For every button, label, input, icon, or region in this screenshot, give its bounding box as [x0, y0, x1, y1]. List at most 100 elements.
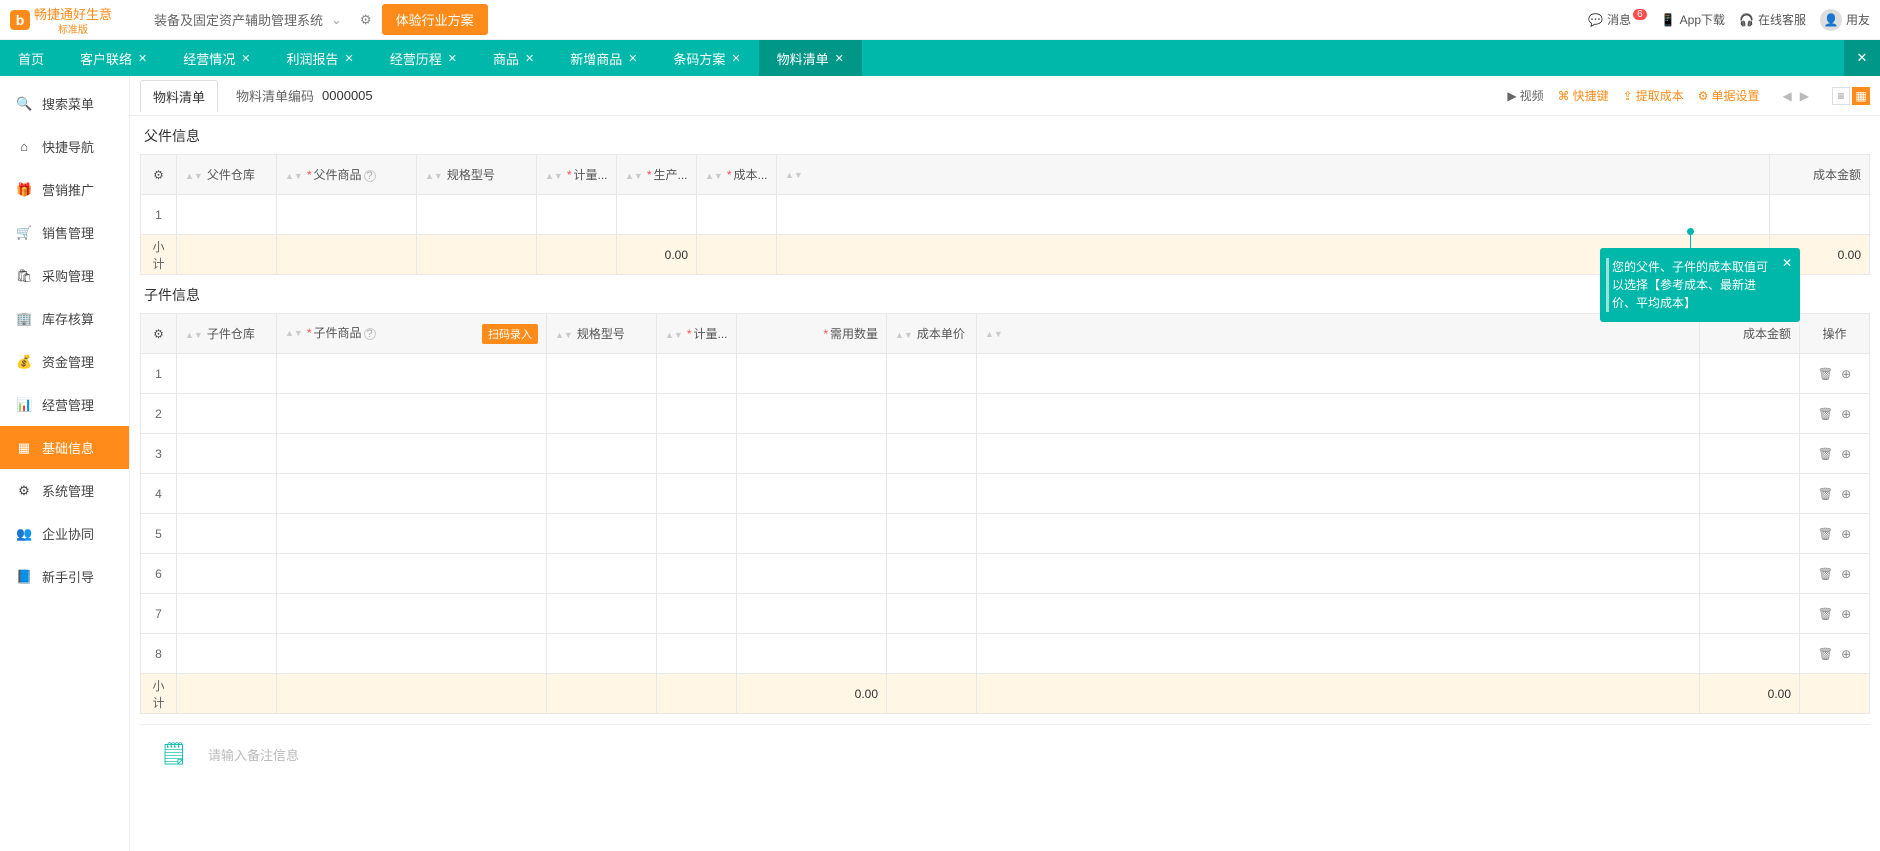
pager-next-icon[interactable]: ▶ — [1797, 89, 1812, 103]
video-link[interactable]: ▶视频 — [1507, 87, 1543, 104]
parent-section-title: 父件信息 — [140, 116, 1870, 154]
note-icon[interactable]: 🗒 — [160, 741, 188, 769]
sidebar-item-经营管理[interactable]: 📊经营管理 — [0, 383, 129, 426]
sidebar-item-新手引导[interactable]: 📘新手引导 — [0, 555, 129, 598]
add-row-icon[interactable]: ⊕ — [1841, 487, 1851, 501]
delete-row-icon[interactable]: 🗑 — [1818, 407, 1833, 421]
row-index: 8 — [141, 634, 177, 674]
close-icon[interactable]: ✕ — [731, 52, 740, 65]
child-col-spec[interactable]: ▲▼规格型号 — [547, 314, 657, 354]
tab-经营历程[interactable]: 经营历程✕ — [372, 40, 475, 76]
online-service-button[interactable]: 🎧 在线客服 — [1739, 11, 1806, 28]
parent-col-spec[interactable]: ▲▼规格型号 — [417, 155, 537, 195]
add-row-icon[interactable]: ⊕ — [1841, 407, 1851, 421]
child-row[interactable]: 3🗑⊕ — [141, 434, 1870, 474]
parent-col-gear[interactable]: ⚙ — [141, 155, 177, 195]
try-industry-button[interactable]: 体验行业方案 — [382, 4, 488, 35]
parent-col-unit[interactable]: ▲▼*计量... — [537, 155, 617, 195]
parent-col-cost[interactable]: ▲▼*成本... — [697, 155, 777, 195]
child-col-gear[interactable]: ⚙ — [141, 314, 177, 354]
close-icon[interactable]: ✕ — [241, 52, 250, 65]
shortcut-link[interactable]: ⌘快捷键 — [1558, 87, 1609, 104]
info-icon[interactable]: ? — [364, 170, 376, 182]
child-row[interactable]: 7🗑⊕ — [141, 594, 1870, 634]
delete-row-icon[interactable]: 🗑 — [1818, 567, 1833, 581]
child-col-warehouse[interactable]: ▲▼子件仓库 — [177, 314, 277, 354]
tab-客户联络[interactable]: 客户联络✕ — [62, 40, 165, 76]
tab-条码方案[interactable]: 条码方案✕ — [655, 40, 758, 76]
delete-row-icon[interactable]: 🗑 — [1818, 447, 1833, 461]
delete-row-icon[interactable]: 🗑 — [1818, 607, 1833, 621]
tab-新增商品[interactable]: 新增商品✕ — [552, 40, 655, 76]
delete-row-icon[interactable]: 🗑 — [1818, 367, 1833, 381]
add-row-icon[interactable]: ⊕ — [1841, 447, 1851, 461]
tab-利润报告[interactable]: 利润报告✕ — [268, 40, 371, 76]
delete-row-icon[interactable]: 🗑 — [1818, 527, 1833, 541]
child-col-unit[interactable]: ▲▼*计量... — [657, 314, 737, 354]
info-icon[interactable]: ? — [364, 328, 376, 340]
parent-col-product[interactable]: ▲▼*父件商品? — [277, 155, 417, 195]
parent-col-cost-amount[interactable]: 成本金额 — [1770, 155, 1870, 195]
child-row[interactable]: 8 🗑 ⊕ — [141, 634, 1870, 674]
delete-row-icon[interactable]: 🗑 — [1818, 487, 1833, 501]
close-icon[interactable]: ✕ — [525, 52, 534, 65]
sidebar-item-营销推广[interactable]: 🎁营销推广 — [0, 168, 129, 211]
child-col-need-qty[interactable]: *需用数量 — [737, 314, 887, 354]
delete-row-icon[interactable]: 🗑 — [1818, 647, 1833, 661]
sidebar-item-基础信息[interactable]: ▦基础信息 — [0, 426, 129, 469]
close-icon[interactable]: ✕ — [345, 52, 354, 65]
close-icon[interactable]: ✕ — [138, 52, 147, 65]
sidebar-item-系统管理[interactable]: ⚙系统管理 — [0, 469, 129, 512]
extract-cost-link[interactable]: ⇪提取成本 — [1623, 87, 1684, 104]
sidebar-item-快捷导航[interactable]: ⌂快捷导航 — [0, 125, 129, 168]
add-row-icon[interactable]: ⊕ — [1841, 647, 1851, 661]
close-icon[interactable]: ✕ — [628, 52, 637, 65]
messages-button[interactable]: 💬 消息 6 — [1588, 11, 1647, 28]
gear-icon[interactable]: ⚙ — [360, 12, 372, 28]
parent-row[interactable]: 1 — [141, 195, 1870, 235]
sidebar-item-资金管理[interactable]: 💰资金管理 — [0, 340, 129, 383]
add-row-icon[interactable]: ⊕ — [1841, 367, 1851, 381]
tab-商品[interactable]: 商品✕ — [475, 40, 552, 76]
close-icon[interactable]: ✕ — [835, 52, 844, 65]
sidebar-item-label: 企业协同 — [42, 524, 94, 543]
remark-input[interactable]: 请输入备注信息 — [208, 745, 299, 764]
close-icon[interactable]: ✕ — [448, 52, 457, 65]
child-col-blank: ▲▼ — [977, 314, 1700, 354]
scan-input-button[interactable]: 扫码录入 — [482, 324, 538, 344]
sidebar-item-采购管理[interactable]: 🛍采购管理 — [0, 254, 129, 297]
parent-col-produce[interactable]: ▲▼*生产... — [617, 155, 697, 195]
user-menu[interactable]: 👤 用友 — [1820, 9, 1870, 31]
sidebar-item-label: 经营管理 — [42, 395, 94, 414]
tab-经营情况[interactable]: 经营情况✕ — [165, 40, 268, 76]
view-grid-icon[interactable]: ▦ — [1852, 87, 1870, 105]
tab-首页[interactable]: 首页 — [0, 40, 62, 76]
sidebar-item-搜索菜单[interactable]: 🔍搜索菜单 — [0, 82, 129, 125]
child-row[interactable]: 6🗑⊕ — [141, 554, 1870, 594]
add-row-icon[interactable]: ⊕ — [1841, 607, 1851, 621]
close-all-tabs-button[interactable]: ✕ — [1844, 40, 1880, 76]
tab-物料清单[interactable]: 物料清单✕ — [759, 40, 862, 76]
child-row[interactable]: 5🗑⊕ — [141, 514, 1870, 554]
pager-prev-icon[interactable]: ◀ — [1780, 89, 1795, 103]
child-row[interactable]: 4🗑⊕ — [141, 474, 1870, 514]
tip-close-icon[interactable]: ✕ — [1782, 254, 1792, 272]
parent-col-warehouse[interactable]: ▲▼父件仓库 — [177, 155, 277, 195]
sidebar-item-库存核算[interactable]: 🏢库存核算 — [0, 297, 129, 340]
child-col-cost-price[interactable]: ▲▼成本单价 — [887, 314, 977, 354]
system-select[interactable]: 装备及固定资产辅助管理系统 ⌄ — [154, 10, 350, 29]
app-download-button[interactable]: 📱 App下载 — [1661, 11, 1725, 28]
sidebar-item-销售管理[interactable]: 🛒销售管理 — [0, 211, 129, 254]
child-row[interactable]: 2🗑⊕ — [141, 394, 1870, 434]
subtab-materials[interactable]: 物料清单 — [140, 80, 218, 112]
add-row-icon[interactable]: ⊕ — [1841, 567, 1851, 581]
add-row-icon[interactable]: ⊕ — [1841, 527, 1851, 541]
child-table: ⚙ ▲▼子件仓库 ▲▼*子件商品?扫码录入 ▲▼规格型号 ▲▼*计量... *需… — [140, 313, 1870, 714]
sidebar-item-企业协同[interactable]: 👥企业协同 — [0, 512, 129, 555]
view-list-icon[interactable]: ≡ — [1832, 87, 1850, 105]
sidebar-item-label: 搜索菜单 — [42, 94, 94, 113]
child-subtotal-label: 小计 — [141, 674, 177, 714]
child-col-product[interactable]: ▲▼*子件商品?扫码录入 — [277, 314, 547, 354]
child-row[interactable]: 1🗑⊕ — [141, 354, 1870, 394]
doc-setting-link[interactable]: ⚙单据设置 — [1698, 87, 1760, 104]
